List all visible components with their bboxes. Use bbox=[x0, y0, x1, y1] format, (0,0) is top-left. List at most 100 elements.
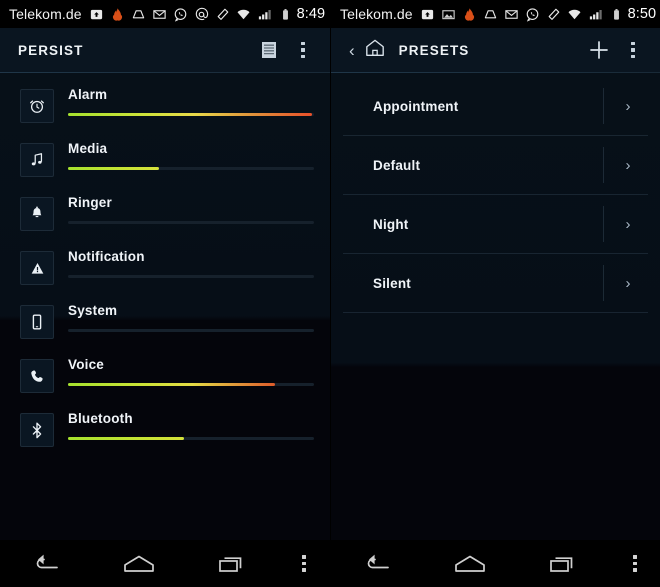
nav-back-button[interactable] bbox=[331, 540, 424, 587]
chevron-right-icon[interactable]: › bbox=[604, 275, 652, 292]
flame-icon bbox=[462, 7, 477, 22]
status-bar-left: Telekom.de 8:49 bbox=[0, 0, 330, 28]
slider-fill bbox=[68, 437, 184, 440]
volume-label: System bbox=[68, 303, 118, 318]
volume-body: Alarm bbox=[68, 83, 314, 116]
volume-body: Ringer bbox=[68, 191, 314, 224]
volume-row-voice[interactable]: Voice bbox=[0, 353, 330, 407]
nav-bar-right bbox=[331, 540, 660, 587]
nav-recents-button[interactable] bbox=[516, 540, 609, 587]
inbox-icon bbox=[131, 7, 146, 22]
status-bar-right: Telekom.de 8:50 bbox=[331, 0, 660, 28]
nav-bar-left bbox=[0, 540, 330, 587]
volume-row-media[interactable]: Media bbox=[0, 137, 330, 191]
wifi-icon bbox=[567, 7, 582, 22]
nav-menu-button[interactable] bbox=[278, 540, 330, 587]
slider-fill bbox=[68, 113, 312, 116]
clock-left: 8:49 bbox=[296, 6, 326, 22]
sd-card-icon bbox=[89, 7, 104, 22]
status-icons-right bbox=[420, 7, 624, 22]
volume-label: Voice bbox=[68, 357, 105, 372]
preset-label: Silent bbox=[373, 275, 411, 291]
list-lines-icon[interactable] bbox=[252, 30, 286, 70]
preset-label: Default bbox=[373, 157, 421, 173]
flame-icon bbox=[110, 7, 125, 22]
wifi-icon bbox=[236, 7, 251, 22]
nav-home-button[interactable] bbox=[424, 540, 517, 587]
volume-row-ringer[interactable]: Ringer bbox=[0, 191, 330, 245]
chevron-right-icon[interactable]: › bbox=[604, 157, 652, 174]
bell-icon bbox=[20, 197, 54, 231]
preset-row-default[interactable]: Default › bbox=[331, 136, 660, 194]
overflow-dots bbox=[631, 41, 635, 59]
chevron-right-icon[interactable]: › bbox=[604, 98, 652, 115]
overflow-menu-icon bbox=[302, 555, 306, 572]
add-preset-button[interactable] bbox=[582, 30, 616, 70]
volume-body: Voice bbox=[68, 353, 314, 386]
volume-slider-notification[interactable] bbox=[68, 275, 314, 278]
volume-row-notification[interactable]: Notification bbox=[0, 245, 330, 299]
signal-icon bbox=[588, 7, 603, 22]
volume-panel: Alarm Media Ringer Notification System V… bbox=[0, 73, 330, 540]
status-icons-left bbox=[89, 7, 293, 22]
preset-list: Appointment › Default › Night › Silent › bbox=[331, 73, 660, 313]
overflow-menu-icon[interactable] bbox=[616, 30, 650, 70]
tag-icon bbox=[546, 7, 561, 22]
preset-row-night[interactable]: Night › bbox=[331, 195, 660, 253]
whatsapp-icon bbox=[173, 7, 188, 22]
volume-label: Bluetooth bbox=[68, 411, 133, 426]
slider-fill bbox=[68, 383, 275, 386]
preset-label: Night bbox=[373, 216, 409, 232]
nav-home-button[interactable] bbox=[93, 540, 186, 587]
up-navigation[interactable]: ‹ bbox=[341, 38, 386, 63]
volume-slider-alarm[interactable] bbox=[68, 113, 314, 116]
preset-actions: › bbox=[603, 77, 652, 135]
preset-actions: › bbox=[603, 254, 652, 312]
bluetooth-icon bbox=[20, 413, 54, 447]
nav-recents-button[interactable] bbox=[185, 540, 278, 587]
right-pane: Telekom.de 8:50 ‹ PRESETS Appointment › … bbox=[330, 0, 660, 587]
battery-icon bbox=[609, 7, 624, 22]
nav-back-button[interactable] bbox=[0, 540, 93, 587]
sd-card-icon bbox=[420, 7, 435, 22]
tag-icon bbox=[215, 7, 230, 22]
whatsapp-icon bbox=[525, 7, 540, 22]
volume-row-alarm[interactable]: Alarm bbox=[0, 83, 330, 137]
preset-row-appointment[interactable]: Appointment › bbox=[331, 77, 660, 135]
clock-right: 8:50 bbox=[627, 6, 657, 22]
dual-screenshot: Telekom.de 8:49 PERSIST Alarm Media Ring… bbox=[0, 0, 660, 587]
signal-icon bbox=[257, 7, 272, 22]
volume-slider-media[interactable] bbox=[68, 167, 314, 170]
left-pane: Telekom.de 8:49 PERSIST Alarm Media Ring… bbox=[0, 0, 330, 587]
inbox-icon bbox=[483, 7, 498, 22]
preset-actions: › bbox=[603, 195, 652, 253]
preset-row-silent[interactable]: Silent › bbox=[331, 254, 660, 312]
warning-triangle-icon bbox=[20, 251, 54, 285]
volume-slider-ringer[interactable] bbox=[68, 221, 314, 224]
volume-slider-bluetooth[interactable] bbox=[68, 437, 314, 440]
volume-label: Alarm bbox=[68, 87, 108, 102]
list-divider bbox=[343, 312, 648, 313]
at-icon bbox=[194, 7, 209, 22]
volume-label: Media bbox=[68, 141, 108, 156]
nav-menu-button[interactable] bbox=[609, 540, 660, 587]
battery-icon bbox=[278, 7, 293, 22]
chevron-right-icon[interactable]: › bbox=[604, 216, 652, 233]
overflow-menu-icon[interactable] bbox=[286, 30, 320, 70]
preset-actions: › bbox=[603, 136, 652, 194]
volume-row-system[interactable]: System bbox=[0, 299, 330, 353]
carrier-label: Telekom.de bbox=[9, 6, 82, 22]
preset-label: Appointment bbox=[373, 98, 459, 114]
volume-row-bluetooth[interactable]: Bluetooth bbox=[0, 407, 330, 461]
volume-slider-voice[interactable] bbox=[68, 383, 314, 386]
volume-slider-system[interactable] bbox=[68, 329, 314, 332]
overflow-menu-icon bbox=[633, 555, 637, 572]
gmail-icon bbox=[504, 7, 519, 22]
plus-icon bbox=[590, 41, 608, 59]
app-bar-left: PERSIST bbox=[0, 28, 330, 73]
volume-body: Bluetooth bbox=[68, 407, 314, 440]
volume-list: Alarm Media Ringer Notification System V… bbox=[0, 73, 330, 461]
presets-panel: Appointment › Default › Night › Silent › bbox=[331, 73, 660, 540]
image-icon bbox=[441, 7, 456, 22]
page-title-persist: PERSIST bbox=[18, 42, 84, 58]
